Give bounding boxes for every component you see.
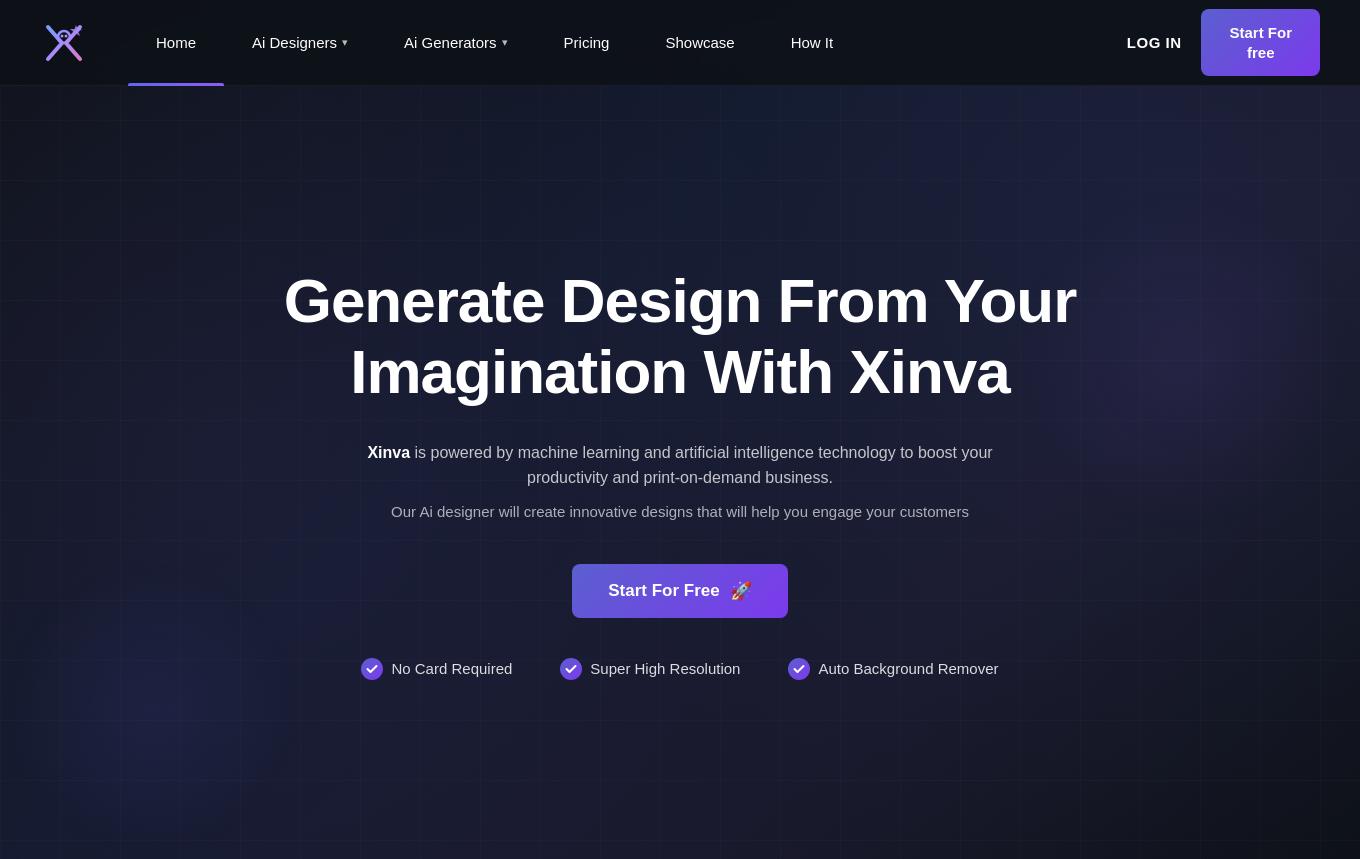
nav-label-pricing: Pricing bbox=[564, 34, 610, 51]
blob-left bbox=[0, 559, 300, 859]
nav-label-ai-generators: Ai Generators bbox=[404, 34, 497, 51]
nav-links: Home Ai Designers ▾ Ai Generators ▾ Pric… bbox=[128, 0, 861, 86]
hero-cta-button[interactable]: Start For Free 🚀 bbox=[572, 564, 787, 618]
feature-no-card-label: No Card Required bbox=[391, 660, 512, 677]
navbar-left: Home Ai Designers ▾ Ai Generators ▾ Pric… bbox=[40, 0, 861, 86]
nav-item-pricing[interactable]: Pricing bbox=[536, 0, 638, 86]
nav-item-how-it[interactable]: How It bbox=[763, 0, 862, 86]
hero-sub2: Our Ai designer will create innovative d… bbox=[391, 503, 969, 520]
svg-point-2 bbox=[65, 34, 68, 37]
hero-subtitle-text: is powered by machine learning and artif… bbox=[410, 444, 993, 487]
navbar-right: LOG IN Start Forfree bbox=[1127, 9, 1320, 76]
feature-bg-remover-label: Auto Background Remover bbox=[818, 660, 998, 677]
feature-bg-remover: Auto Background Remover bbox=[788, 658, 998, 680]
nav-item-ai-generators[interactable]: Ai Generators ▾ bbox=[376, 0, 536, 86]
check-icon-no-card bbox=[361, 658, 383, 680]
nav-label-home: Home bbox=[156, 34, 196, 51]
navbar: Home Ai Designers ▾ Ai Generators ▾ Pric… bbox=[0, 0, 1360, 86]
nav-label-ai-designers: Ai Designers bbox=[252, 34, 337, 51]
brand-name-inline: Xinva bbox=[367, 444, 410, 461]
feature-high-res: Super High Resolution bbox=[560, 658, 740, 680]
svg-point-1 bbox=[61, 34, 64, 37]
feature-no-card: No Card Required bbox=[361, 658, 512, 680]
feature-high-res-label: Super High Resolution bbox=[590, 660, 740, 677]
logo[interactable] bbox=[40, 19, 88, 67]
nav-label-showcase: Showcase bbox=[665, 34, 734, 51]
login-button[interactable]: LOG IN bbox=[1127, 34, 1182, 51]
hero-subtitle: Xinva is powered by machine learning and… bbox=[340, 440, 1020, 491]
start-for-free-button[interactable]: Start Forfree bbox=[1201, 9, 1320, 76]
nav-item-showcase[interactable]: Showcase bbox=[637, 0, 762, 86]
blob-right bbox=[1010, 186, 1360, 536]
rocket-icon: 🚀 bbox=[730, 580, 752, 602]
svg-point-0 bbox=[58, 31, 70, 43]
check-icon-high-res bbox=[560, 658, 582, 680]
chevron-down-icon: ▾ bbox=[502, 36, 508, 49]
nav-item-ai-designers[interactable]: Ai Designers ▾ bbox=[224, 0, 376, 86]
hero-section: Generate Design From Your Imagination Wi… bbox=[0, 86, 1360, 859]
cta-label: Start For Free bbox=[608, 581, 719, 601]
features-row: No Card Required Super High Resolution A… bbox=[361, 658, 998, 680]
chevron-down-icon: ▾ bbox=[342, 36, 348, 49]
nav-label-how-it: How It bbox=[791, 34, 834, 51]
nav-item-home[interactable]: Home bbox=[128, 0, 224, 86]
logo-icon bbox=[40, 19, 88, 67]
check-icon-bg-remover bbox=[788, 658, 810, 680]
